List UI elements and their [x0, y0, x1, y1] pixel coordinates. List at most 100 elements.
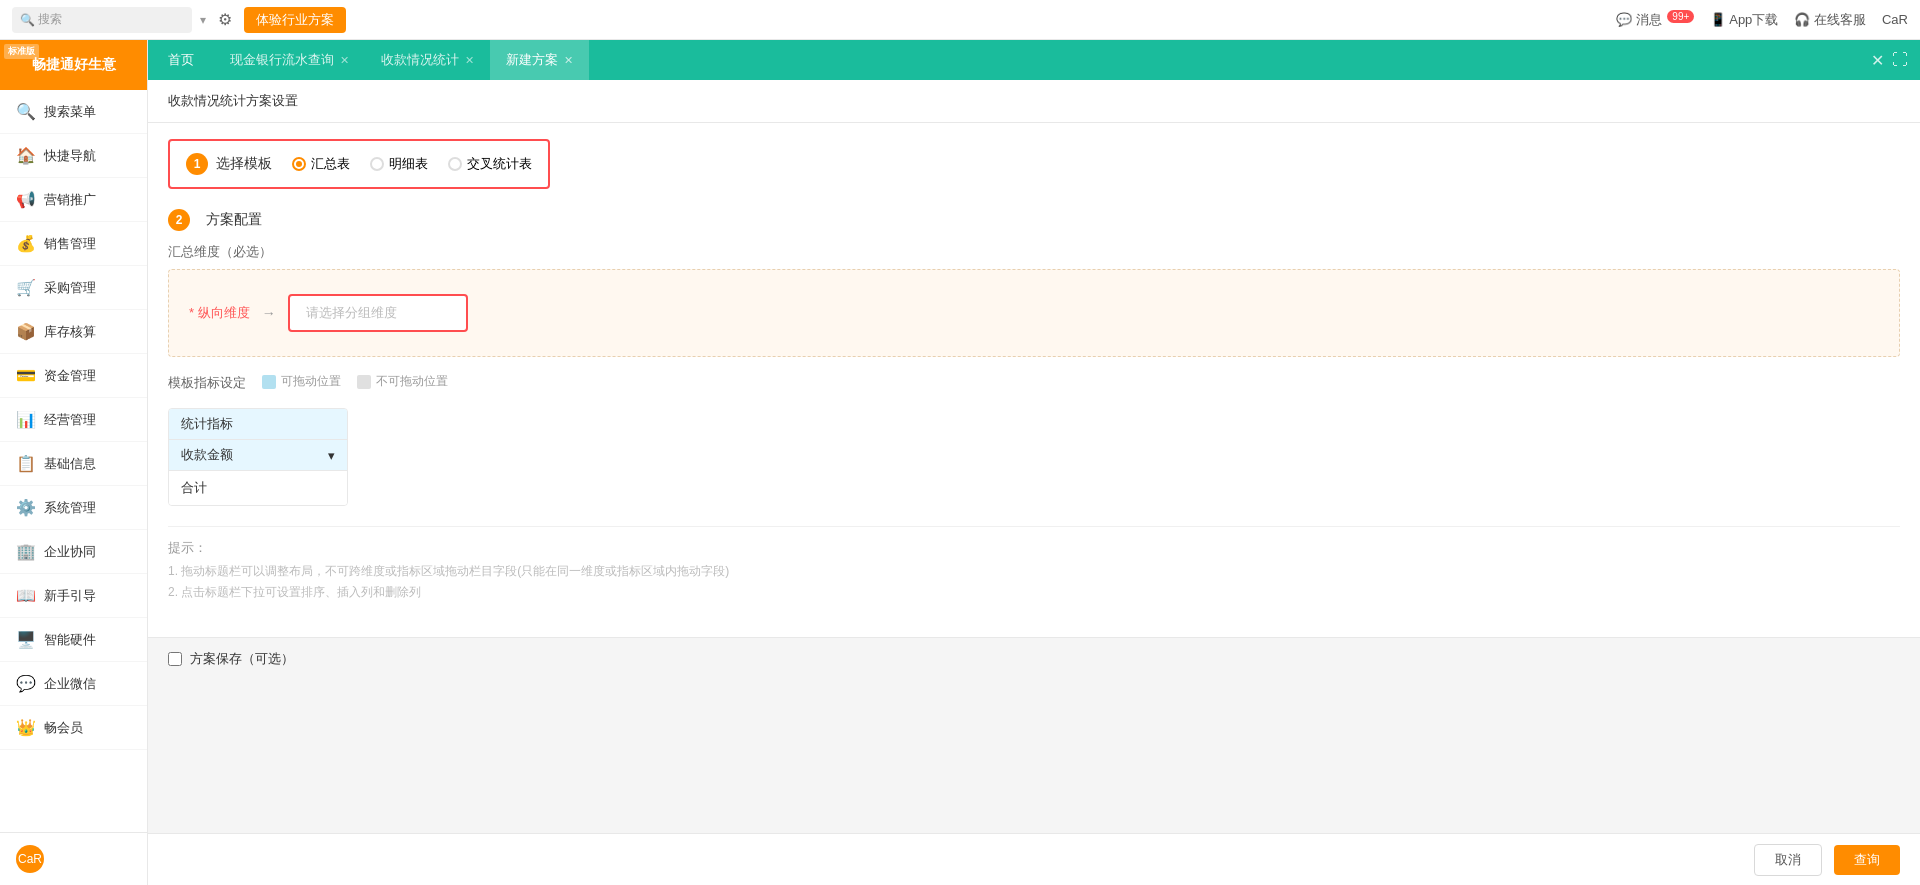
indicator-col-header[interactable]: 收款金额 ▾ — [169, 440, 347, 471]
search-icon: 🔍 — [20, 13, 35, 27]
indicator-table: 统计指标 收款金额 ▾ 合计 — [168, 408, 348, 506]
col1-dropdown-icon[interactable]: ▾ — [328, 448, 335, 463]
sales-icon: 💰 — [16, 234, 36, 253]
step1-num: 1 — [186, 153, 208, 175]
sidebar-item-label: 库存核算 — [44, 323, 96, 341]
step2-label: 方案配置 — [206, 211, 262, 229]
sidebar-item-basic-info[interactable]: 📋 基础信息 — [0, 442, 147, 486]
dim-row: * 纵向维度 → 请选择分组维度 — [189, 294, 468, 332]
marketing-icon: 📢 — [16, 190, 36, 209]
search-placeholder: 搜索 — [38, 11, 62, 28]
radio-cross[interactable]: 交叉统计表 — [448, 155, 532, 173]
tab-new-plan[interactable]: 新建方案 ✕ — [490, 40, 589, 80]
main-layout: 标准版 畅捷通好生意 🔍 搜索菜单 🏠 快捷导航 📢 营销推广 💰 销售管理 🛒… — [0, 40, 1920, 885]
tab-close-window-icon[interactable]: ✕ — [1871, 51, 1884, 70]
indicator-legend: 可拖动位置 不可拖动位置 — [262, 373, 448, 390]
tab-close-new-plan[interactable]: ✕ — [564, 54, 573, 67]
query-button[interactable]: 查询 — [1834, 845, 1900, 875]
sidebar-item-purchase[interactable]: 🛒 采购管理 — [0, 266, 147, 310]
sidebar-item-guide[interactable]: 📖 新手引导 — [0, 574, 147, 618]
sidebar-item-label: 经营管理 — [44, 411, 96, 429]
sidebar-item-label: 基础信息 — [44, 455, 96, 473]
sidebar-item-marketing[interactable]: 📢 营销推广 — [0, 178, 147, 222]
system-icon: ⚙️ — [16, 498, 36, 517]
tab-home[interactable]: 首页 — [148, 40, 214, 80]
sidebar-item-member[interactable]: 👑 畅会员 — [0, 706, 147, 750]
sidebar-item-label: 搜索菜单 — [44, 103, 96, 121]
sidebar-bottom: CaR — [0, 832, 147, 885]
sidebar-item-label: 营销推广 — [44, 191, 96, 209]
dim-title: 汇总维度（必选） — [168, 243, 1900, 261]
nodrag-box-icon — [357, 375, 371, 389]
industry-btn[interactable]: 体验行业方案 — [244, 7, 346, 33]
top-bar-right: 💬 消息 99+ 📱 App下载 🎧 在线客服 CaR — [1616, 11, 1908, 29]
sidebar-item-hardware[interactable]: 🖥️ 智能硬件 — [0, 618, 147, 662]
sidebar-item-wechat[interactable]: 💬 企业微信 — [0, 662, 147, 706]
tab-cash-flow[interactable]: 现金银行流水查询 ✕ — [214, 40, 365, 80]
enterprise-icon: 🏢 — [16, 542, 36, 561]
sidebar-logo-text: 畅捷通好生意 — [32, 56, 116, 74]
sidebar-item-enterprise[interactable]: 🏢 企业协同 — [0, 530, 147, 574]
step2-num: 2 — [168, 209, 190, 231]
basic-info-icon: 📋 — [16, 454, 36, 473]
search-chevron-icon[interactable]: ▾ — [200, 13, 206, 27]
sidebar-logo: 标准版 畅捷通好生意 — [0, 40, 147, 90]
finance-icon: 💳 — [16, 366, 36, 385]
avatar[interactable]: CaR — [16, 845, 44, 873]
sidebar-item-label: 采购管理 — [44, 279, 96, 297]
sidebar-item-label: 系统管理 — [44, 499, 96, 517]
tips-item-1: 1. 拖动标题栏可以调整布局，不可跨维度或指标区域拖动栏目字段(只能在同一维度或… — [168, 563, 1900, 580]
service-btn[interactable]: 🎧 在线客服 — [1794, 11, 1866, 29]
footer-bar: 取消 查询 — [148, 833, 1920, 885]
cancel-button[interactable]: 取消 — [1754, 844, 1822, 876]
top-bar: 🔍 搜索 ▾ ⚙ 体验行业方案 💬 消息 99+ 📱 App下载 🎧 在线客服 … — [0, 0, 1920, 40]
sidebar: 标准版 畅捷通好生意 🔍 搜索菜单 🏠 快捷导航 📢 营销推广 💰 销售管理 🛒… — [0, 40, 148, 885]
search-box[interactable]: 🔍 搜索 — [12, 7, 192, 33]
sidebar-item-system[interactable]: ⚙️ 系统管理 — [0, 486, 147, 530]
sidebar-item-finance[interactable]: 💳 资金管理 — [0, 354, 147, 398]
drag-box-icon — [262, 375, 276, 389]
wechat-icon: 💬 — [16, 674, 36, 693]
inventory-icon: 📦 — [16, 322, 36, 341]
sidebar-tag: 标准版 — [4, 44, 39, 59]
download-btn[interactable]: 📱 App下载 — [1710, 11, 1778, 29]
step2-title-row: 2 方案配置 — [168, 209, 1900, 231]
tips-section: 提示： 1. 拖动标题栏可以调整布局，不可跨维度或指标区域拖动栏目字段(只能在同… — [168, 526, 1900, 601]
indicator-section: 模板指标设定 可拖动位置 不可拖动位置 — [168, 373, 1900, 506]
radio-summary[interactable]: 汇总表 — [292, 155, 350, 173]
sidebar-item-quick-nav[interactable]: 🏠 快捷导航 — [0, 134, 147, 178]
step1-label: 选择模板 — [216, 155, 272, 173]
save-checkbox[interactable] — [168, 652, 182, 666]
sidebar-item-search[interactable]: 🔍 搜索菜单 — [0, 90, 147, 134]
sidebar-item-inventory[interactable]: 📦 库存核算 — [0, 310, 147, 354]
indicator-header-row: 模板指标设定 可拖动位置 不可拖动位置 — [168, 373, 1900, 400]
indicator-row1: 合计 — [169, 471, 347, 505]
sidebar-item-label: 资金管理 — [44, 367, 96, 385]
page-header: 收款情况统计方案设置 — [148, 80, 1920, 123]
tab-bar: 首页 现金银行流水查询 ✕ 收款情况统计 ✕ 新建方案 ✕ ✕ ⛶ — [148, 40, 1920, 80]
sidebar-item-label: 企业微信 — [44, 675, 96, 693]
message-btn[interactable]: 💬 消息 99+ — [1616, 11, 1694, 29]
tab-close-cash-flow[interactable]: ✕ — [340, 54, 349, 67]
sidebar-item-label: 新手引导 — [44, 587, 96, 605]
gear-icon[interactable]: ⚙ — [218, 10, 232, 29]
indicator-table-header: 统计指标 — [169, 409, 347, 440]
page-content: 收款情况统计方案设置 1 选择模板 汇总表 明细表 — [148, 80, 1920, 833]
user-name[interactable]: CaR — [1882, 12, 1908, 27]
radio-detail[interactable]: 明细表 — [370, 155, 428, 173]
radio-dot-detail — [370, 157, 384, 171]
dim-area: * 纵向维度 → 请选择分组维度 — [168, 269, 1900, 357]
tab-fullscreen-icon[interactable]: ⛶ — [1892, 51, 1908, 69]
template-radio-group: 汇总表 明细表 交叉统计表 — [292, 155, 532, 173]
vertical-dim-select[interactable]: 请选择分组维度 — [288, 294, 468, 332]
sidebar-item-label: 销售管理 — [44, 235, 96, 253]
sidebar-item-sales[interactable]: 💰 销售管理 — [0, 222, 147, 266]
save-label: 方案保存（可选） — [190, 650, 294, 668]
sidebar-item-management[interactable]: 📊 经营管理 — [0, 398, 147, 442]
hardware-icon: 🖥️ — [16, 630, 36, 649]
tab-payment-stats[interactable]: 收款情况统计 ✕ — [365, 40, 490, 80]
tab-close-payment-stats[interactable]: ✕ — [465, 54, 474, 67]
guide-icon: 📖 — [16, 586, 36, 605]
tips-title: 提示： — [168, 539, 1900, 557]
tab-bar-actions: ✕ ⛶ — [1871, 51, 1920, 70]
